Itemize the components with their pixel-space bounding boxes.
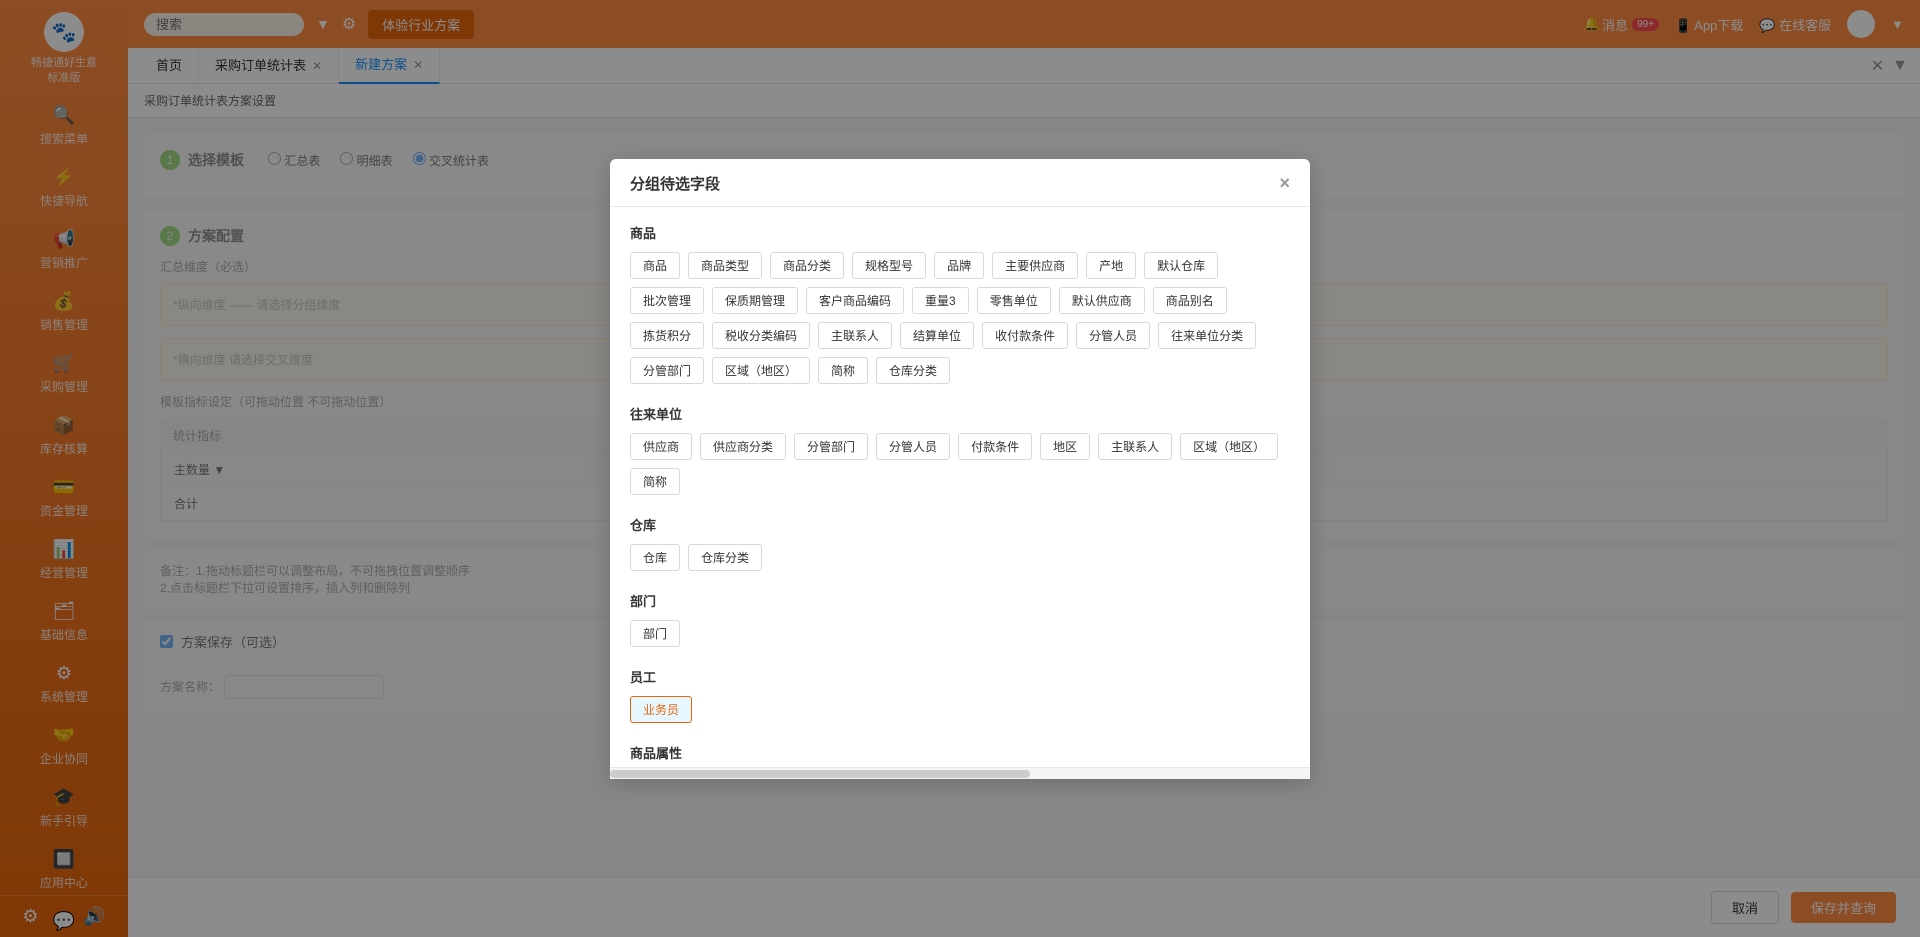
field-tag[interactable]: 区域（地区） — [712, 357, 810, 384]
field-tag[interactable]: 供应商 — [630, 433, 692, 460]
field-tag[interactable]: 默认仓库 — [1144, 252, 1218, 279]
modal-close-button[interactable]: × — [1279, 173, 1290, 194]
field-tag[interactable]: 区域（地区） — [1180, 433, 1278, 460]
field-tag[interactable]: 商品分类 — [770, 252, 844, 279]
field-tag[interactable]: 供应商分类 — [700, 433, 786, 460]
field-tag[interactable]: 主要供应商 — [992, 252, 1078, 279]
field-tag[interactable]: 主联系人 — [1098, 433, 1172, 460]
field-tag[interactable]: 简称 — [630, 468, 680, 495]
field-tag[interactable]: 简称 — [818, 357, 868, 384]
field-tag[interactable]: 地区 — [1040, 433, 1090, 460]
product-attr-section: 商品属性 属性颜色多规格尺码鞋码1 — [630, 743, 1290, 767]
warehouse-section: 仓库 仓库仓库分类 — [630, 515, 1290, 571]
warehouse-section-title: 仓库 — [630, 515, 1290, 534]
partner-section: 往来单位 供应商供应商分类分管部门分管人员付款条件地区主联系人区域（地区） 简称 — [630, 404, 1290, 495]
field-tag[interactable]: 收付款条件 — [982, 322, 1068, 349]
field-tag[interactable]: 分管部门 — [794, 433, 868, 460]
horizontal-scrollbar[interactable] — [610, 767, 1310, 779]
department-section: 部门 部门 — [630, 591, 1290, 647]
field-tag[interactable]: 产地 — [1086, 252, 1136, 279]
field-tag[interactable]: 重量3 — [912, 287, 969, 314]
field-tag[interactable]: 零售单位 — [977, 287, 1051, 314]
field-tag[interactable]: 商品 — [630, 252, 680, 279]
field-tag[interactable]: 客户商品编码 — [806, 287, 904, 314]
field-tag[interactable]: 仓库分类 — [876, 357, 950, 384]
field-tag[interactable]: 结算单位 — [900, 322, 974, 349]
field-tag[interactable]: 默认供应商 — [1059, 287, 1145, 314]
field-tag[interactable]: 商品类型 — [688, 252, 762, 279]
department-section-title: 部门 — [630, 591, 1290, 610]
warehouse-field-tags: 仓库仓库分类 — [630, 544, 1290, 571]
field-tag[interactable]: 付款条件 — [958, 433, 1032, 460]
field-tag[interactable]: 仓库 — [630, 544, 680, 571]
field-tag[interactable]: 税收分类编码 — [712, 322, 810, 349]
employee-field-tags: 业务员 — [630, 696, 1290, 723]
field-tag[interactable]: 拣货积分 — [630, 322, 704, 349]
field-tag[interactable]: 往来单位分类 — [1158, 322, 1256, 349]
horizontal-scrollbar-thumb — [610, 770, 1030, 778]
field-tag[interactable]: 仓库分类 — [688, 544, 762, 571]
goods-section: 商品 商品商品类型商品分类规格型号品牌主要供应商产地默认仓库批次管理保质期管理客… — [630, 223, 1290, 384]
field-tag[interactable]: 分管部门 — [630, 357, 704, 384]
modal-title: 分组待选字段 — [630, 173, 720, 194]
employee-section: 员工 业务员 — [630, 667, 1290, 723]
field-tag[interactable]: 品牌 — [934, 252, 984, 279]
field-tag[interactable]: 商品别名 — [1153, 287, 1227, 314]
goods-field-tags: 商品商品类型商品分类规格型号品牌主要供应商产地默认仓库批次管理保质期管理客户商品… — [630, 252, 1290, 384]
field-tag[interactable]: 主联系人 — [818, 322, 892, 349]
field-tag[interactable]: 批次管理 — [630, 287, 704, 314]
department-field-tags: 部门 — [630, 620, 1290, 647]
field-tag[interactable]: 分管人员 — [876, 433, 950, 460]
modal-body: 商品 商品商品类型商品分类规格型号品牌主要供应商产地默认仓库批次管理保质期管理客… — [610, 207, 1310, 767]
employee-section-title: 员工 — [630, 667, 1290, 686]
field-select-modal: 分组待选字段 × 商品 商品商品类型商品分类规格型号品牌主要供应商产地默认仓库批… — [610, 159, 1310, 779]
modal-header: 分组待选字段 × — [610, 159, 1310, 207]
partner-field-tags: 供应商供应商分类分管部门分管人员付款条件地区主联系人区域（地区） 简称 — [630, 433, 1290, 495]
field-tag[interactable]: 部门 — [630, 620, 680, 647]
field-tag[interactable]: 保质期管理 — [712, 287, 798, 314]
field-tag[interactable]: 业务员 — [630, 696, 692, 723]
field-tag[interactable]: 分管人员 — [1076, 322, 1150, 349]
partner-section-title: 往来单位 — [630, 404, 1290, 423]
product-attr-section-title: 商品属性 — [630, 743, 1290, 762]
goods-section-title: 商品 — [630, 223, 1290, 242]
field-tag[interactable]: 规格型号 — [852, 252, 926, 279]
